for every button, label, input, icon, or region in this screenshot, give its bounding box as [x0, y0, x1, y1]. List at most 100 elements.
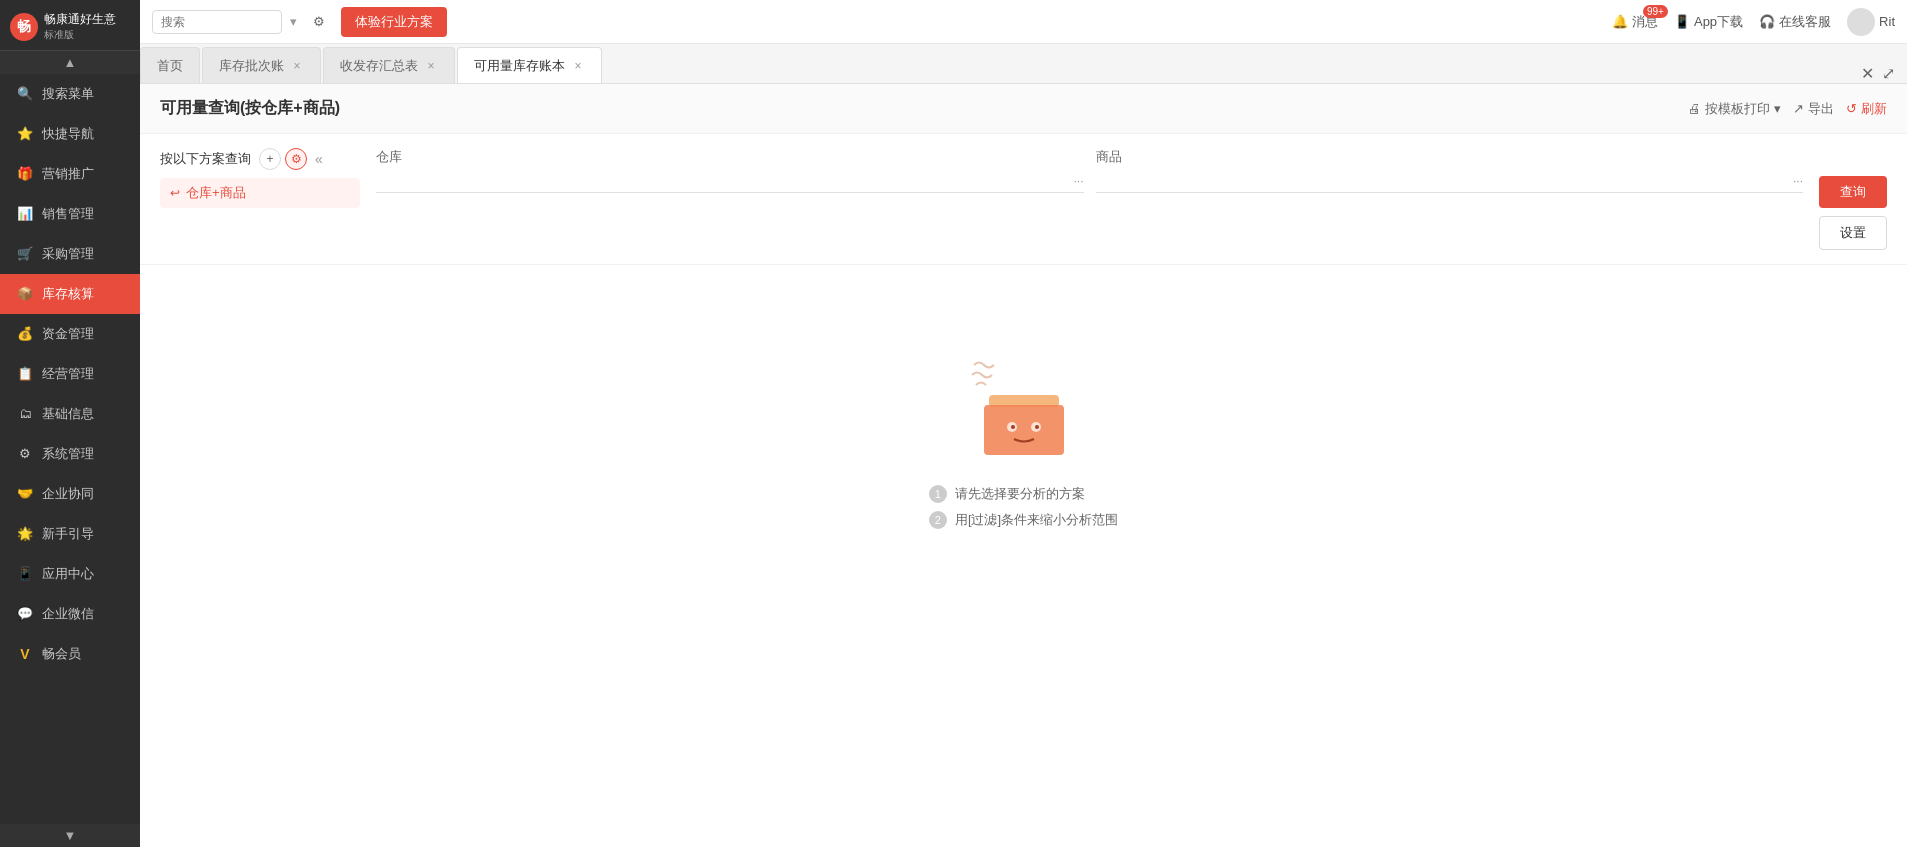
bell-icon: 🔔	[1612, 14, 1628, 29]
refresh-icon: ↺	[1846, 101, 1857, 116]
tab-close-summary[interactable]: ×	[424, 59, 438, 73]
export-icon: ↗	[1793, 101, 1804, 116]
handshake-icon: 🤝	[16, 485, 34, 503]
sidebar-item-search[interactable]: 🔍 搜索菜单	[0, 74, 140, 114]
filter-label-actions: + ⚙	[259, 148, 307, 170]
star-icon: ⭐	[16, 125, 34, 143]
chat-icon: 💬	[16, 605, 34, 623]
filter-label: 按以下方案查询 + ⚙ «	[160, 148, 360, 170]
tab-available[interactable]: 可用量库存账本 ×	[457, 47, 602, 83]
chevron-down-icon[interactable]: ▾	[290, 14, 297, 29]
scheme-settings-btn[interactable]: ⚙	[285, 148, 307, 170]
page-content: 可用量查询(按仓库+商品) 🖨 按模板打印 ▾ ↗ 导出 ↺ 刷新	[140, 84, 1907, 847]
money-icon: 💰	[16, 325, 34, 343]
topbar-right: 🔔 消息 99+ 📱 App下载 🎧 在线客服 Rit	[1612, 8, 1895, 36]
sidebar-scroll-up[interactable]: ▲	[0, 51, 140, 74]
gear-icon[interactable]: ⚙	[305, 8, 333, 36]
sidebar-item-purchase[interactable]: 🛒 采购管理	[0, 234, 140, 274]
sidebar-item-system[interactable]: ⚙ 系统管理	[0, 434, 140, 474]
tab-close-batch[interactable]: ×	[290, 59, 304, 73]
filter-left: 按以下方案查询 + ⚙ « ↩ 仓库+商品	[160, 148, 360, 208]
scheme-option[interactable]: ↩ 仓库+商品	[160, 178, 360, 208]
page-header: 可用量查询(按仓库+商品) 🖨 按模板打印 ▾ ↗ 导出 ↺ 刷新	[140, 84, 1907, 134]
gear-icon: ⚙	[16, 445, 34, 463]
svg-point-4	[1011, 425, 1015, 429]
tabbar: 首页 库存批次账 × 收发存汇总表 × 可用量库存账本 × ✕ ⤢	[140, 44, 1907, 84]
logo-sub: 标准版	[44, 28, 116, 42]
empty-state-hints: 1 请先选择要分析的方案 2 用[过滤]条件来缩小分析范围	[929, 485, 1118, 529]
settings-button[interactable]: 设置	[1819, 216, 1887, 250]
logo-name: 畅康通好生意	[44, 12, 116, 28]
warehouse-more-btn[interactable]: ···	[1073, 174, 1083, 188]
sidebar: 畅 畅康通好生意 标准版 ▲ 🔍 搜索菜单 ⭐ 快捷导航 🎁 营销推广	[0, 0, 140, 847]
online-service-btn[interactable]: 🎧 在线客服	[1759, 13, 1831, 31]
notification-btn[interactable]: 🔔 消息 99+	[1612, 13, 1658, 31]
sidebar-item-marketing[interactable]: 🎁 营销推广	[0, 154, 140, 194]
window-close-icon[interactable]: ✕	[1861, 64, 1874, 83]
sidebar-item-enterprise[interactable]: 🤝 企业协同	[0, 474, 140, 514]
query-button[interactable]: 查询	[1819, 176, 1887, 208]
collapse-icon[interactable]: «	[315, 151, 323, 167]
expand-icon[interactable]: ⤢	[1882, 64, 1895, 83]
phone-icon: 📱	[16, 565, 34, 583]
empty-state-illustration	[964, 345, 1084, 465]
sidebar-item-operations[interactable]: 📋 经营管理	[0, 354, 140, 394]
sidebar-item-member[interactable]: V 畅会员	[0, 634, 140, 674]
sidebar-logo: 畅 畅康通好生意 标准版	[10, 12, 130, 42]
sidebar-nav: 🔍 搜索菜单 ⭐ 快捷导航 🎁 营销推广 📊 销售管理 🛒 采购管理 📦	[0, 74, 140, 824]
user-menu[interactable]: Rit	[1847, 8, 1895, 36]
print-btn[interactable]: 🖨 按模板打印 ▾	[1688, 100, 1781, 118]
scheme-icon: ↩	[170, 186, 180, 200]
topbar-search	[152, 10, 282, 34]
empty-hint-2: 2 用[过滤]条件来缩小分析范围	[929, 511, 1118, 529]
sidebar-item-finance[interactable]: 💰 资金管理	[0, 314, 140, 354]
headset-icon: 🎧	[1759, 14, 1775, 29]
filter-right: 仓库 ··· 商品 ···	[376, 148, 1803, 193]
cart-icon: 🛒	[16, 245, 34, 263]
svg-rect-1	[984, 405, 1064, 455]
warehouse-field: 仓库 ···	[376, 148, 1084, 193]
sidebar-item-shortcut[interactable]: ⭐ 快捷导航	[0, 114, 140, 154]
goods-input[interactable]: ···	[1096, 170, 1804, 193]
svg-point-5	[1035, 425, 1039, 429]
box-icon: 📦	[16, 285, 34, 303]
tab-summary[interactable]: 收发存汇总表 ×	[323, 47, 455, 83]
page-title: 可用量查询(按仓库+商品)	[160, 98, 340, 119]
filter-actions: 查询 设置	[1819, 148, 1887, 250]
filter-panel: 按以下方案查询 + ⚙ « ↩ 仓库+商品 仓库	[140, 134, 1907, 265]
logo-icon: 畅	[10, 13, 38, 41]
app-download-btn[interactable]: 📱 App下载	[1674, 13, 1743, 31]
phone2-icon: 📱	[1674, 14, 1690, 29]
sidebar-item-appcenter[interactable]: 📱 应用中心	[0, 554, 140, 594]
sidebar-item-newbie[interactable]: 🌟 新手引导	[0, 514, 140, 554]
clipboard-icon: 📋	[16, 365, 34, 383]
goods-more-btn[interactable]: ···	[1793, 174, 1803, 188]
tab-actions: ✕ ⤢	[1861, 64, 1907, 83]
tab-batch[interactable]: 库存批次账 ×	[202, 47, 321, 83]
export-btn[interactable]: ↗ 导出	[1793, 100, 1834, 118]
refresh-btn[interactable]: ↺ 刷新	[1846, 100, 1887, 118]
chart-icon: 📊	[16, 205, 34, 223]
avatar	[1847, 8, 1875, 36]
warehouse-input[interactable]: ···	[376, 170, 1084, 193]
add-scheme-btn[interactable]: +	[259, 148, 281, 170]
sidebar-item-basic[interactable]: 🗂 基础信息	[0, 394, 140, 434]
sidebar-item-wechat[interactable]: 💬 企业微信	[0, 594, 140, 634]
tab-close-available[interactable]: ×	[571, 59, 585, 73]
sidebar-item-inventory[interactable]: 📦 库存核算	[0, 274, 140, 314]
page-header-actions: 🖨 按模板打印 ▾ ↗ 导出 ↺ 刷新	[1688, 100, 1887, 118]
search-icon: 🔍	[16, 85, 34, 103]
gift-icon: 🎁	[16, 165, 34, 183]
sidebar-item-sales[interactable]: 📊 销售管理	[0, 194, 140, 234]
main-content: ▾ ⚙ 体验行业方案 🔔 消息 99+ 📱 App下载 🎧 在线客服	[140, 0, 1907, 847]
industry-btn[interactable]: 体验行业方案	[341, 7, 447, 37]
print-chevron-icon: ▾	[1774, 101, 1781, 116]
notification-badge: 99+	[1643, 5, 1668, 18]
sidebar-scroll-down[interactable]: ▼	[0, 824, 140, 847]
sidebar-header: 畅 畅康通好生意 标准版	[0, 0, 140, 51]
topbar: ▾ ⚙ 体验行业方案 🔔 消息 99+ 📱 App下载 🎧 在线客服	[140, 0, 1907, 44]
search-input[interactable]	[152, 10, 282, 34]
tab-home[interactable]: 首页	[140, 47, 200, 83]
printer-icon: 🖨	[1688, 101, 1701, 116]
member-icon: V	[16, 645, 34, 663]
